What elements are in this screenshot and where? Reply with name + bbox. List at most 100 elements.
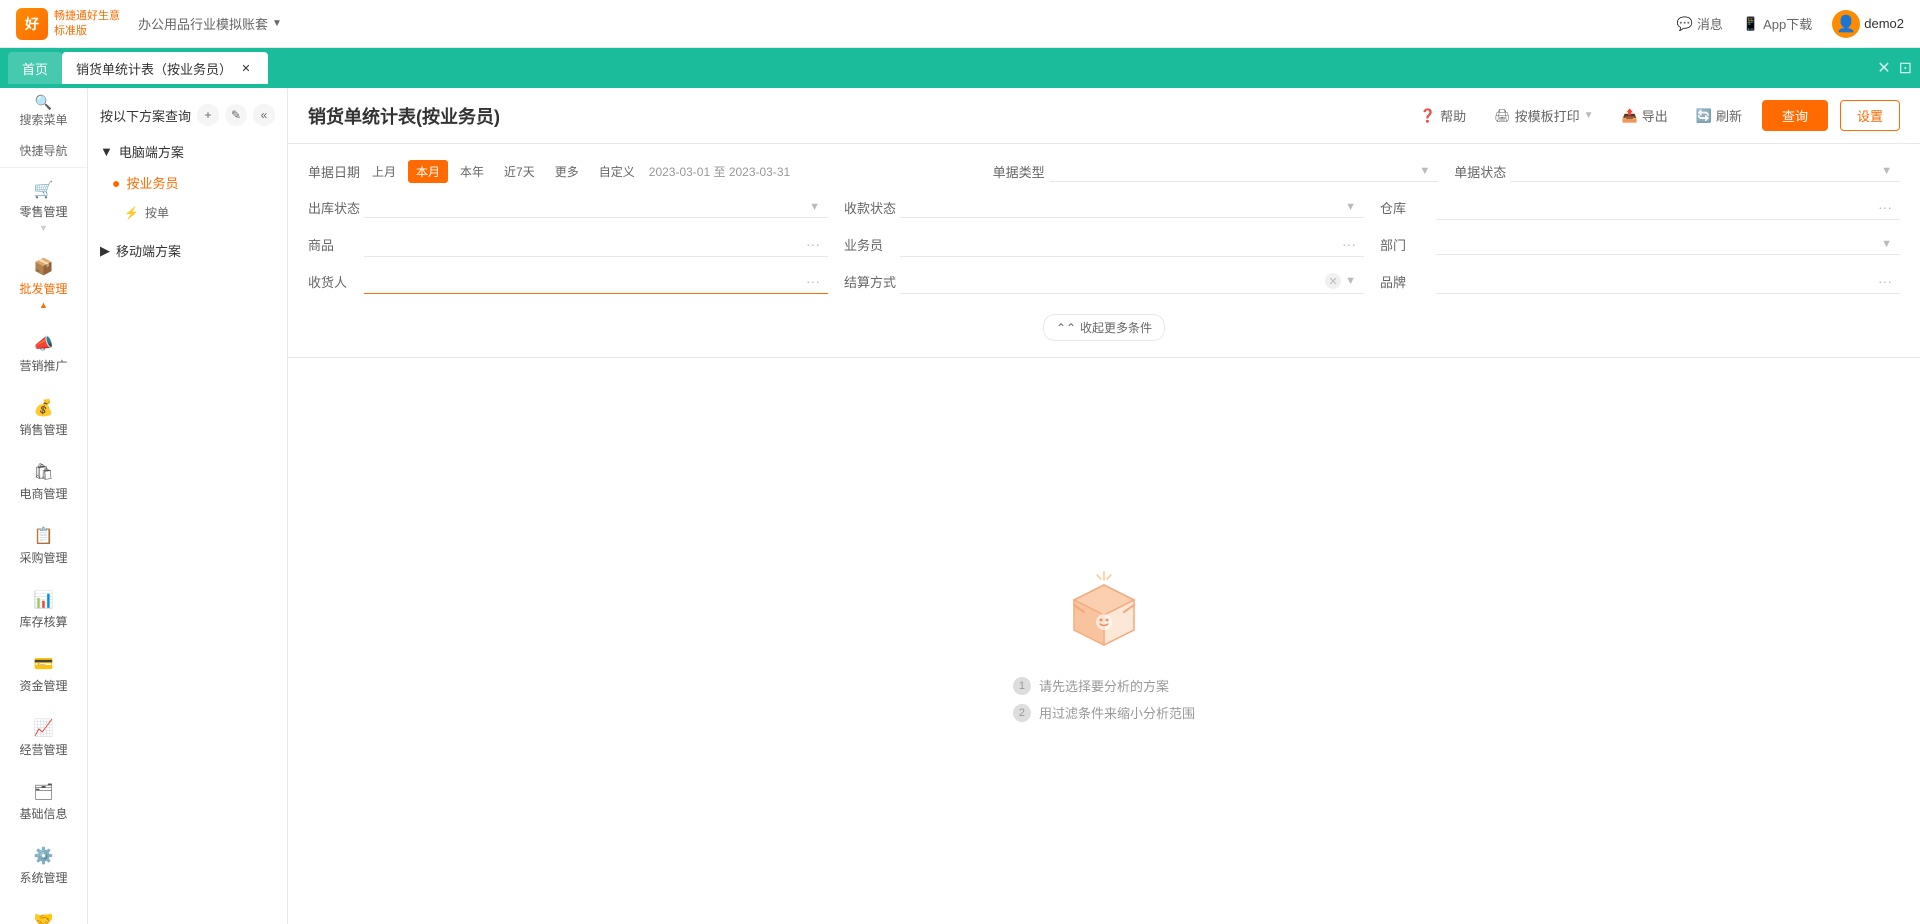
collapse-btn-wrap: ⌃⌃ 收起更多条件 bbox=[308, 306, 1900, 341]
sidebar-item-basic[interactable]: 🗂 基础信息 bbox=[4, 772, 83, 832]
warehouse-label: 仓库 bbox=[1380, 198, 1436, 217]
sidebar-item-wholesale[interactable]: 📦 批发管理 ▲ bbox=[4, 247, 83, 320]
warehouse-field: 仓库 ··· bbox=[1380, 195, 1900, 220]
quick-nav-button[interactable]: 快捷导航 bbox=[0, 134, 87, 168]
edit-scheme-button[interactable]: ✎ bbox=[225, 104, 247, 126]
date-tab-last7[interactable]: 近7天 bbox=[496, 160, 543, 183]
sidebar-item-retail[interactable]: 🛒 零售管理 ▼ bbox=[4, 170, 83, 243]
tab-bar-actions: ✕ ⊡ bbox=[1877, 58, 1912, 78]
brand-dots-icon[interactable]: ··· bbox=[1878, 273, 1892, 289]
settle-method-clear-button[interactable]: ✕ bbox=[1325, 273, 1341, 289]
sidebar-item-label: 系统管理 bbox=[19, 869, 67, 886]
receipt-status-control[interactable]: ▼ bbox=[900, 197, 1364, 218]
sidebar-item-purchase[interactable]: 📋 采购管理 bbox=[4, 516, 83, 576]
search-menu-button[interactable]: 🔍 搜索菜单 bbox=[0, 88, 87, 134]
empty-tip-2: 2 用过滤条件来缩小分析范围 bbox=[1013, 703, 1195, 722]
collapse-panel-button[interactable]: « bbox=[253, 104, 275, 126]
chevron-icon: ▼ bbox=[39, 223, 48, 233]
date-label: 单据日期 bbox=[308, 162, 364, 181]
doc-type-control[interactable]: ▼ bbox=[1049, 161, 1439, 182]
tab-maximize-button[interactable]: ⊡ bbox=[1899, 58, 1912, 78]
filter-row-2: 出库状态 ▼ 收款状态 ▼ 仓库 bbox=[308, 195, 1900, 220]
date-tab-this-month[interactable]: 本月 bbox=[408, 160, 448, 183]
settings-button[interactable]: 设置 bbox=[1840, 100, 1900, 131]
help-button[interactable]: ❓ 帮助 bbox=[1412, 102, 1474, 129]
salesman-control[interactable]: ··· bbox=[900, 232, 1364, 257]
user-area[interactable]: 👤 demo2 bbox=[1832, 10, 1904, 38]
goods-field: 商品 ··· bbox=[308, 232, 828, 257]
date-range-text: 2023-03-01 至 2023-03-31 bbox=[649, 163, 790, 180]
add-scheme-button[interactable]: + bbox=[197, 104, 219, 126]
tab-minimize-button[interactable]: ✕ bbox=[1877, 58, 1890, 78]
tab-home[interactable]: 首页 bbox=[8, 52, 62, 84]
goods-dots-icon[interactable]: ··· bbox=[806, 236, 820, 252]
sidebar-item-inventory[interactable]: 📊 库存核算 bbox=[4, 580, 83, 640]
sidebar-item-operation[interactable]: 📈 经营管理 bbox=[4, 708, 83, 768]
receiver-dots-icon[interactable]: ··· bbox=[806, 273, 820, 289]
help-icon: ❓ bbox=[1420, 108, 1436, 124]
page-header: 销货单统计表(按业务员) ❓ 帮助 🖨 按模板打印 ▼ 📤 导出 bbox=[288, 88, 1920, 144]
export-button[interactable]: 📤 导出 bbox=[1614, 102, 1676, 129]
left-panel-header: 按以下方案查询 + ✎ « bbox=[88, 98, 287, 132]
tab-bar: 首页 销货单统计表（按业务员） ✕ ✕ ⊡ bbox=[0, 48, 1920, 88]
wholesale-icon: 📦 bbox=[34, 257, 54, 277]
tab-sales-stats[interactable]: 销货单统计表（按业务员） ✕ bbox=[62, 52, 268, 84]
sidebar-item-sales[interactable]: 💰 销售管理 bbox=[4, 388, 83, 448]
brand-control[interactable]: ··· bbox=[1436, 269, 1900, 294]
collapse-filter-button[interactable]: ⌃⌃ 收起更多条件 bbox=[1043, 314, 1165, 341]
tab-close-button[interactable]: ✕ bbox=[238, 60, 254, 76]
filter-row-3: 商品 ··· 业务员 ··· 部门 bbox=[308, 232, 1900, 257]
tab-sales-stats-label: 销货单统计表（按业务员） bbox=[76, 59, 232, 78]
dept-control[interactable]: ▼ bbox=[1436, 234, 1900, 255]
message-action[interactable]: 💬 消息 bbox=[1677, 14, 1723, 33]
goods-label: 商品 bbox=[308, 235, 364, 254]
settle-method-control[interactable]: ✕ ▼ bbox=[900, 269, 1364, 294]
desktop-group-title[interactable]: ▼ 电脑端方案 bbox=[88, 136, 287, 167]
refresh-button[interactable]: 🔄 刷新 bbox=[1688, 102, 1750, 129]
goods-control[interactable]: ··· bbox=[364, 232, 828, 257]
sales-icon: 💰 bbox=[34, 398, 54, 418]
settle-method-field: 结算方式 ✕ ▼ bbox=[844, 269, 1364, 294]
desktop-group-arrow: ▼ bbox=[100, 144, 113, 159]
receiver-control[interactable]: ··· bbox=[364, 269, 828, 294]
scheme-item-by-salesman[interactable]: ● 按业务员 bbox=[88, 167, 287, 198]
query-button[interactable]: 查询 bbox=[1762, 100, 1828, 131]
scheme-item-label: 按业务员 bbox=[126, 173, 178, 192]
sidebar-item-marketing[interactable]: 📣 营销推广 bbox=[4, 324, 83, 384]
warehouse-control[interactable]: ··· bbox=[1436, 195, 1900, 220]
system-icon: ⚙️ bbox=[34, 846, 54, 866]
brand-label: 品牌 bbox=[1380, 272, 1436, 291]
date-tab-more[interactable]: 更多 bbox=[547, 160, 587, 183]
empty-state: 1 请先选择要分析的方案 2 用过滤条件来缩小分析范围 bbox=[288, 358, 1920, 924]
finance-icon: 💳 bbox=[34, 654, 54, 674]
doc-type-chevron-icon: ▼ bbox=[1419, 165, 1430, 177]
salesman-label: 业务员 bbox=[844, 235, 900, 254]
top-header: 好 畅捷通好生意 标准版 办公用品行业模拟账套 ▼ 💬 消息 📱 App下载 👤… bbox=[0, 0, 1920, 48]
refresh-icon: 🔄 bbox=[1696, 108, 1712, 124]
date-tab-last-month[interactable]: 上月 bbox=[364, 160, 404, 183]
print-button[interactable]: 🖨 按模板打印 ▼ bbox=[1486, 102, 1601, 129]
sidebar-item-finance[interactable]: 💳 资金管理 bbox=[4, 644, 83, 704]
header-right: 💬 消息 📱 App下载 👤 demo2 bbox=[1677, 10, 1904, 38]
salesman-dots-icon[interactable]: ··· bbox=[1342, 236, 1356, 252]
sidebar-item-system[interactable]: ⚙️ 系统管理 bbox=[4, 836, 83, 896]
settle-method-chevron-icon: ▼ bbox=[1345, 275, 1356, 287]
sidebar-item-ecommerce[interactable]: 🛍 电商管理 bbox=[4, 452, 83, 512]
doc-status-control[interactable]: ▼ bbox=[1510, 161, 1900, 182]
account-selector[interactable]: 办公用品行业模拟账套 ▼ bbox=[130, 10, 290, 37]
header-left: 好 畅捷通好生意 标准版 办公用品行业模拟账套 ▼ bbox=[16, 8, 290, 40]
mobile-group-title[interactable]: ▶ 移动端方案 bbox=[88, 235, 287, 266]
warehouse-dots-icon[interactable]: ··· bbox=[1878, 199, 1892, 215]
scheme-item-by-order[interactable]: ⚡ 按单 bbox=[88, 198, 287, 227]
out-status-control[interactable]: ▼ bbox=[364, 197, 828, 218]
mobile-group-label: 移动端方案 bbox=[116, 241, 181, 260]
export-icon: 📤 bbox=[1622, 108, 1638, 124]
date-tab-custom[interactable]: 自定义 bbox=[591, 160, 643, 183]
date-tab-this-year[interactable]: 本年 bbox=[452, 160, 492, 183]
receiver-field: 收货人 ··· bbox=[308, 269, 828, 294]
out-status-label: 出库状态 bbox=[308, 198, 364, 217]
print-icon: 🖨 bbox=[1494, 108, 1511, 124]
app-download-action[interactable]: 📱 App下载 bbox=[1743, 14, 1812, 33]
username-label: demo2 bbox=[1864, 16, 1904, 31]
sidebar-item-enterprise[interactable]: 🤝 企业协同 bbox=[4, 900, 83, 924]
